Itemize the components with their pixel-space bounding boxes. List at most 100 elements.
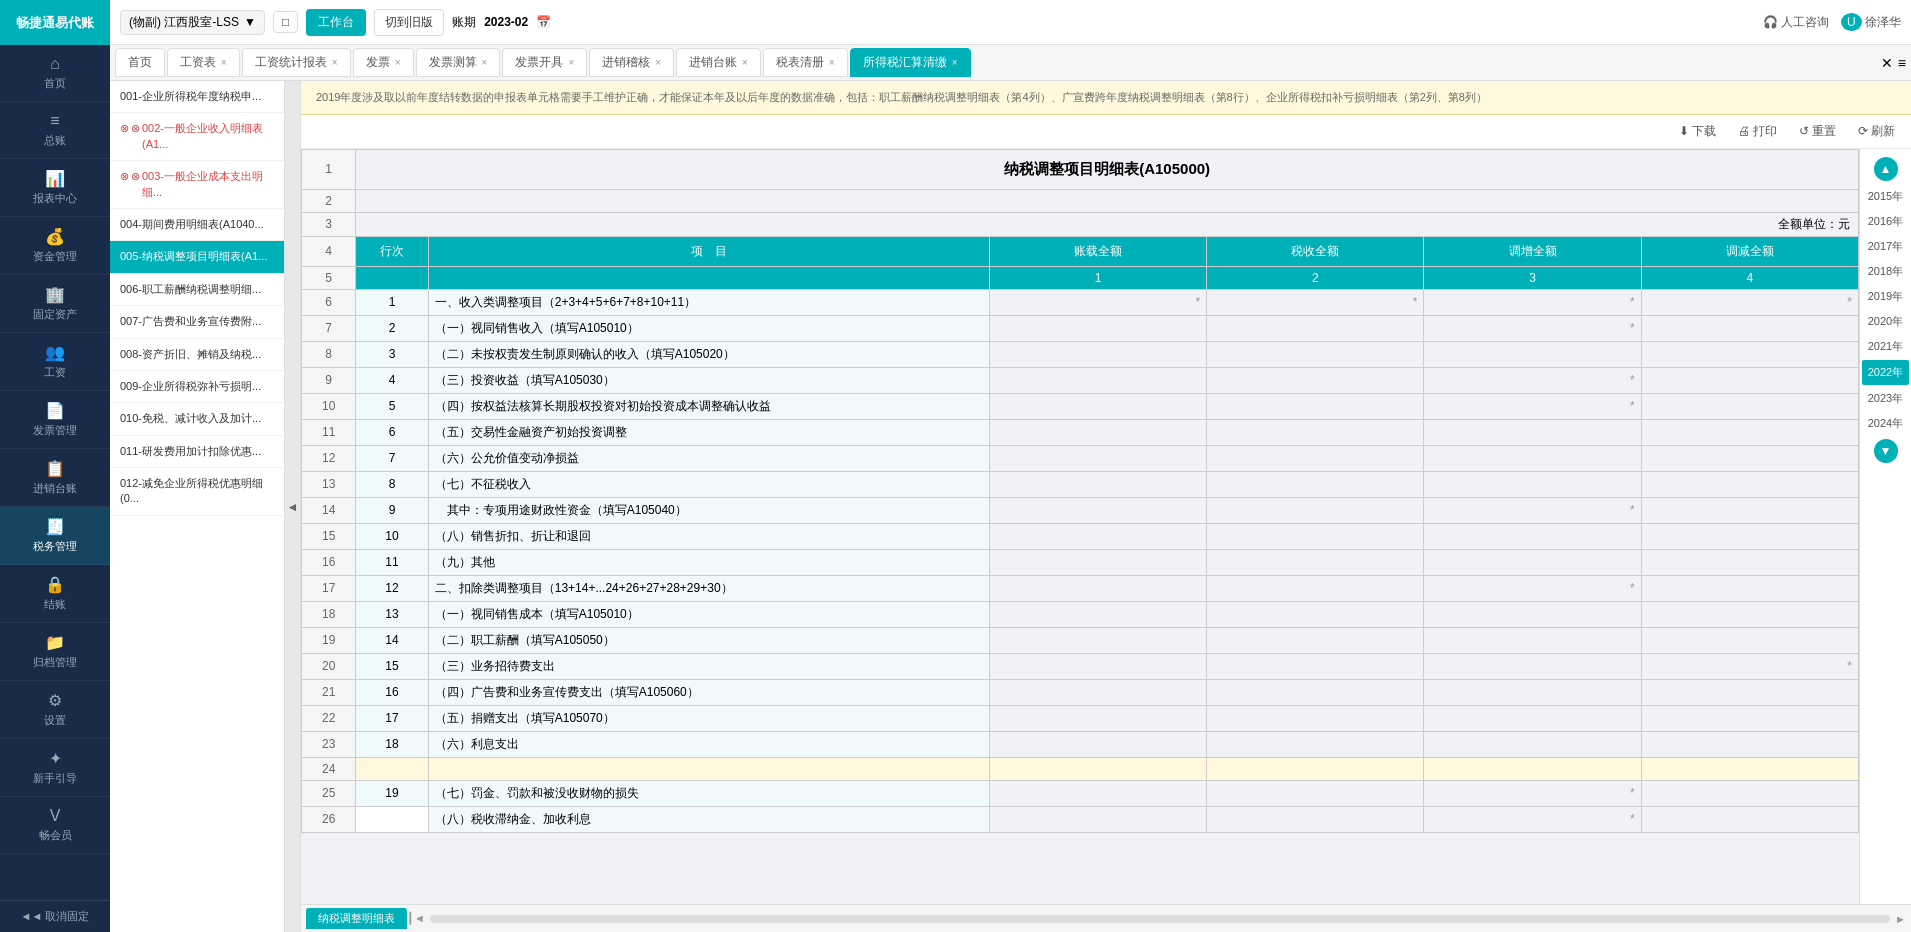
input-icon: 📋: [45, 459, 65, 478]
reset-button[interactable]: ↺ 重置: [1793, 120, 1842, 143]
tab-input-vat[interactable]: 进销稽核 ×: [589, 48, 674, 77]
tab-close-invoice-calc[interactable]: ×: [482, 57, 488, 68]
sidebar-item-home[interactable]: ⌂ 首页: [0, 45, 110, 102]
scroll-bar[interactable]: [430, 915, 1890, 923]
tab-tax-clear[interactable]: 税表清册 ×: [763, 48, 848, 77]
tab-close-income-tax[interactable]: ×: [952, 57, 958, 68]
col-xiangmu-header: 项 目: [428, 236, 989, 266]
calendar-icon[interactable]: 📅: [536, 15, 551, 29]
list-item-012[interactable]: 012-减免企业所得税优惠明细(0...: [110, 468, 284, 516]
col-header-row: 4 行次 项 目 账载全额 税收全额 调增全额 调减全额: [302, 236, 1859, 266]
table-title: 纳税调整项目明细表(A105000): [356, 149, 1859, 189]
year-2022[interactable]: 2022年: [1862, 360, 1909, 385]
tab-payroll[interactable]: 工资表 ×: [167, 48, 240, 77]
sidebar-item-close[interactable]: 🔒 结账: [0, 565, 110, 623]
list-item-003[interactable]: ⊗ 003-一般企业成本支出明细...: [110, 161, 284, 209]
tab-close-input-ledger[interactable]: ×: [742, 57, 748, 68]
print-button[interactable]: 🖨 打印: [1732, 120, 1783, 143]
tab-payroll-stat[interactable]: 工资统计报表 ×: [242, 48, 351, 77]
sidebar-item-archive[interactable]: 📁 归档管理: [0, 623, 110, 681]
sidebar-item-invoice-mgr[interactable]: 📄 发票管理: [0, 391, 110, 449]
tab-close-input-vat[interactable]: ×: [655, 57, 661, 68]
year-2018[interactable]: 2018年: [1860, 259, 1911, 284]
table-row: 16 11 （九）其他: [302, 549, 1859, 575]
sidebar-item-vip[interactable]: V 畅会员: [0, 797, 110, 854]
list-item-001[interactable]: 001-企业所得税年度纳税申...: [110, 81, 284, 113]
tab-close-payroll-stat[interactable]: ×: [332, 57, 338, 68]
tab-close-payroll[interactable]: ×: [221, 57, 227, 68]
download-button[interactable]: ⬇ 下载: [1673, 120, 1722, 143]
sidebar-item-settings[interactable]: ⚙ 设置: [0, 681, 110, 739]
company-selector[interactable]: (物副) 江西股室-LSS ▼: [120, 10, 265, 35]
menu-icon[interactable]: ≡: [1898, 55, 1906, 71]
tab-close-invoice[interactable]: ×: [395, 57, 401, 68]
sidebar-item-payroll[interactable]: 👥 工资: [0, 333, 110, 391]
sidebar-item-input[interactable]: 📋 进销台账: [0, 449, 110, 507]
sidebar-item-ledger[interactable]: ≡ 总账: [0, 102, 110, 159]
table-row: 17 12 二、扣除类调整项目（13+14+...24+26+27+28+29+…: [302, 575, 1859, 601]
main-area: (物副) 江西股室-LSS ▼ □ 工作台 切到旧版 账期 2023-02 📅 …: [110, 0, 1911, 932]
copy-button[interactable]: □: [273, 11, 298, 33]
refresh-icon: ⟳: [1858, 124, 1868, 138]
list-item-009[interactable]: 009-企业所得税弥补亏损明...: [110, 371, 284, 403]
sidebar-item-guide[interactable]: ✦ 新手引导: [0, 739, 110, 797]
tab-close-tax-clear[interactable]: ×: [829, 57, 835, 68]
list-item-011[interactable]: 011-研发费用加计扣除优惠...: [110, 436, 284, 468]
sub-header-row: 5 1 2 3 4: [302, 266, 1859, 289]
tab-invoice-calc[interactable]: 发票测算 ×: [416, 48, 501, 77]
year-2017[interactable]: 2017年: [1860, 234, 1911, 259]
list-item-007[interactable]: 007-广告费和业务宣传费附...: [110, 306, 284, 338]
list-item-002[interactable]: ⊗ 002-一般企业收入明细表(A1...: [110, 113, 284, 161]
tab-home[interactable]: 首页: [115, 48, 165, 77]
year-2024[interactable]: 2024年: [1860, 411, 1911, 436]
form-toolbar: ⬇ 下载 🖨 打印 ↺ 重置 ⟳ 刷新: [301, 115, 1911, 149]
tab-input-ledger[interactable]: 进销台账 ×: [676, 48, 761, 77]
tab-close-invoice-open[interactable]: ×: [568, 57, 574, 68]
year-2019[interactable]: 2019年: [1860, 284, 1911, 309]
switch-old-button[interactable]: 切到旧版: [374, 9, 444, 36]
sidebar-item-assets[interactable]: 💰 资金管理: [0, 217, 110, 275]
tabbar: 首页 工资表 × 工资统计报表 × 发票 × 发票测算 × 发票开具 × 进销稽…: [110, 45, 1911, 81]
user-info[interactable]: U 徐泽华: [1841, 14, 1901, 31]
unpin-button[interactable]: ◄◄ 取消固定: [0, 900, 110, 932]
col-shuishou-header: 税收全额: [1207, 236, 1424, 266]
customer-service[interactable]: 🎧 人工咨询: [1763, 14, 1829, 31]
year-up-button[interactable]: ▲: [1874, 157, 1898, 181]
tab-invoice-open[interactable]: 发票开具 ×: [502, 48, 587, 77]
close-period-icon: 🔒: [45, 575, 65, 594]
table-row: 26 （八）税收滞纳金、加收利息 *: [302, 806, 1859, 832]
year-down-button[interactable]: ▼: [1874, 439, 1898, 463]
list-item-010[interactable]: 010-免税、减计收入及加计...: [110, 403, 284, 435]
list-item-008[interactable]: 008-资产折旧、摊销及纳税...: [110, 339, 284, 371]
year-2015[interactable]: 2015年: [1860, 184, 1911, 209]
unit-row: 全额单位：元: [356, 212, 1859, 236]
invoice-icon: 📄: [45, 401, 65, 420]
list-item-006[interactable]: 006-职工薪酬纳税调整明细...: [110, 274, 284, 306]
collapse-panel-button[interactable]: ◄: [285, 81, 301, 932]
scroll-hint-right: ►: [1895, 913, 1906, 925]
bottom-tab-bar: 纳税调整明细表 ┃◄ ►: [301, 904, 1911, 932]
year-2021[interactable]: 2021年: [1860, 334, 1911, 359]
year-2023[interactable]: 2023年: [1860, 386, 1911, 411]
table-row: 20 15 （三）业务招待费支出 *: [302, 653, 1859, 679]
alert-banner: 2019年度涉及取以前年度结转数据的申报表单元格需要手工维护正确，才能保证本年及…: [301, 81, 1911, 115]
list-item-004[interactable]: 004-期间费用明细表(A1040...: [110, 209, 284, 241]
sidebar-item-tax[interactable]: 🧾 税务管理: [0, 507, 110, 565]
reset-icon: ↺: [1799, 124, 1809, 138]
refresh-button[interactable]: ⟳ 刷新: [1852, 120, 1901, 143]
workbench-button[interactable]: 工作台: [306, 9, 366, 36]
tab-invoice[interactable]: 发票 ×: [353, 48, 414, 77]
year-2020[interactable]: 2020年: [1860, 309, 1911, 334]
year-2016[interactable]: 2016年: [1860, 209, 1911, 234]
sidebar-item-fixed[interactable]: 🏢 固定资产: [0, 275, 110, 333]
bottom-tab-main[interactable]: 纳税调整明细表: [306, 908, 407, 929]
rn-4: 4: [302, 236, 356, 266]
sidebar-item-report[interactable]: 📊 报表中心: [0, 159, 110, 217]
list-item-005[interactable]: 005-纳税调整项目明细表(A1...: [110, 241, 284, 273]
tab-income-tax[interactable]: 所得税汇算清缴 ×: [850, 48, 971, 77]
user-avatar: U: [1841, 13, 1862, 31]
tax-icon: 🧾: [45, 517, 65, 536]
close-all-icon[interactable]: ✕: [1881, 55, 1893, 71]
table-row: 24: [302, 757, 1859, 780]
home-icon: ⌂: [50, 55, 60, 73]
